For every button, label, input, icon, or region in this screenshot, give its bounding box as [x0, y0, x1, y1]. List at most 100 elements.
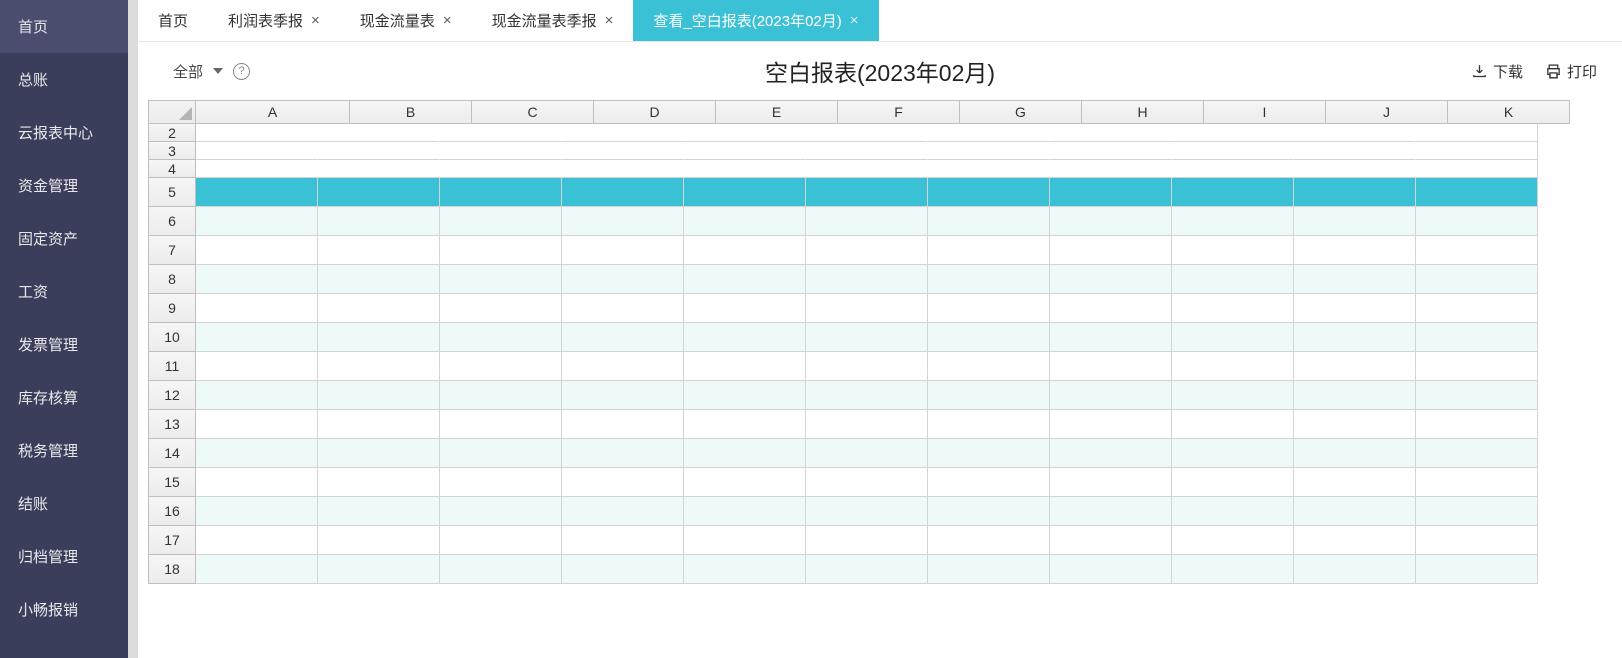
sidebar-item-2[interactable]: 云报表中心 — [0, 106, 128, 159]
cell-K3[interactable] — [1416, 142, 1538, 160]
cell-H16[interactable] — [1050, 497, 1172, 526]
cell-E18[interactable] — [684, 555, 806, 584]
cell-C2[interactable] — [440, 124, 562, 142]
column-header-J[interactable]: J — [1326, 100, 1448, 124]
cell-H18[interactable] — [1050, 555, 1172, 584]
cell-A7[interactable] — [196, 236, 318, 265]
spreadsheet[interactable]: ABCDEFGHIJK 23456789101112131415161718 — [148, 100, 1622, 658]
cell-C17[interactable] — [440, 526, 562, 555]
row-header-13[interactable]: 13 — [148, 410, 196, 439]
cell-C6[interactable] — [440, 207, 562, 236]
cell-G13[interactable] — [928, 410, 1050, 439]
cell-I15[interactable] — [1172, 468, 1294, 497]
cell-H9[interactable] — [1050, 294, 1172, 323]
row-header-18[interactable]: 18 — [148, 555, 196, 584]
cell-B8[interactable] — [318, 265, 440, 294]
cell-B14[interactable] — [318, 439, 440, 468]
cell-D14[interactable] — [562, 439, 684, 468]
cell-K14[interactable] — [1416, 439, 1538, 468]
cell-B5[interactable] — [318, 178, 440, 207]
cell-E16[interactable] — [684, 497, 806, 526]
cell-J15[interactable] — [1294, 468, 1416, 497]
cell-I3[interactable] — [1172, 142, 1294, 160]
cell-F6[interactable] — [806, 207, 928, 236]
cell-D7[interactable] — [562, 236, 684, 265]
cell-F15[interactable] — [806, 468, 928, 497]
cell-I4[interactable] — [1172, 160, 1294, 178]
cell-K9[interactable] — [1416, 294, 1538, 323]
cell-B18[interactable] — [318, 555, 440, 584]
cell-H11[interactable] — [1050, 352, 1172, 381]
cell-C14[interactable] — [440, 439, 562, 468]
cell-C13[interactable] — [440, 410, 562, 439]
cell-H5[interactable] — [1050, 178, 1172, 207]
cell-E5[interactable] — [684, 178, 806, 207]
cell-K2[interactable] — [1416, 124, 1538, 142]
cell-K12[interactable] — [1416, 381, 1538, 410]
cell-F11[interactable] — [806, 352, 928, 381]
cell-A16[interactable] — [196, 497, 318, 526]
cell-A17[interactable] — [196, 526, 318, 555]
row-header-8[interactable]: 8 — [148, 265, 196, 294]
column-header-E[interactable]: E — [716, 100, 838, 124]
sidebar-item-6[interactable]: 发票管理 — [0, 318, 128, 371]
cell-A10[interactable] — [196, 323, 318, 352]
cell-G7[interactable] — [928, 236, 1050, 265]
cell-H15[interactable] — [1050, 468, 1172, 497]
row-header-14[interactable]: 14 — [148, 439, 196, 468]
cell-D11[interactable] — [562, 352, 684, 381]
cell-F3[interactable] — [806, 142, 928, 160]
cell-D13[interactable] — [562, 410, 684, 439]
cell-I5[interactable] — [1172, 178, 1294, 207]
cell-B3[interactable] — [318, 142, 440, 160]
cell-E6[interactable] — [684, 207, 806, 236]
cell-F8[interactable] — [806, 265, 928, 294]
cell-A8[interactable] — [196, 265, 318, 294]
download-button[interactable]: 下载 — [1471, 61, 1523, 82]
row-header-17[interactable]: 17 — [148, 526, 196, 555]
cell-F9[interactable] — [806, 294, 928, 323]
cell-D5[interactable] — [562, 178, 684, 207]
sidebar-item-0[interactable]: 首页 — [0, 0, 128, 53]
cell-H4[interactable] — [1050, 160, 1172, 178]
cell-E14[interactable] — [684, 439, 806, 468]
cell-H2[interactable] — [1050, 124, 1172, 142]
cell-A4[interactable] — [196, 160, 318, 178]
cell-C7[interactable] — [440, 236, 562, 265]
column-header-G[interactable]: G — [960, 100, 1082, 124]
cell-F13[interactable] — [806, 410, 928, 439]
row-header-15[interactable]: 15 — [148, 468, 196, 497]
cell-E2[interactable] — [684, 124, 806, 142]
tab-1[interactable]: 利润表季报× — [208, 0, 340, 41]
cell-I17[interactable] — [1172, 526, 1294, 555]
cell-K13[interactable] — [1416, 410, 1538, 439]
cell-I6[interactable] — [1172, 207, 1294, 236]
cell-H17[interactable] — [1050, 526, 1172, 555]
sidebar-item-11[interactable]: 小畅报销 — [0, 583, 128, 636]
cell-G18[interactable] — [928, 555, 1050, 584]
cell-J16[interactable] — [1294, 497, 1416, 526]
cell-D15[interactable] — [562, 468, 684, 497]
cell-G3[interactable] — [928, 142, 1050, 160]
row-header-12[interactable]: 12 — [148, 381, 196, 410]
cell-J8[interactable] — [1294, 265, 1416, 294]
print-button[interactable]: 打印 — [1545, 61, 1597, 82]
cell-B12[interactable] — [318, 381, 440, 410]
sidebar-item-5[interactable]: 工资 — [0, 265, 128, 318]
cell-A6[interactable] — [196, 207, 318, 236]
cell-D2[interactable] — [562, 124, 684, 142]
close-icon[interactable]: × — [605, 12, 614, 29]
column-header-F[interactable]: F — [838, 100, 960, 124]
cell-J12[interactable] — [1294, 381, 1416, 410]
row-header-9[interactable]: 9 — [148, 294, 196, 323]
cell-F18[interactable] — [806, 555, 928, 584]
cell-I7[interactable] — [1172, 236, 1294, 265]
cell-B13[interactable] — [318, 410, 440, 439]
row-header-6[interactable]: 6 — [148, 207, 196, 236]
cell-I18[interactable] — [1172, 555, 1294, 584]
cell-C16[interactable] — [440, 497, 562, 526]
cell-D12[interactable] — [562, 381, 684, 410]
cell-C11[interactable] — [440, 352, 562, 381]
cell-D8[interactable] — [562, 265, 684, 294]
cell-C5[interactable] — [440, 178, 562, 207]
